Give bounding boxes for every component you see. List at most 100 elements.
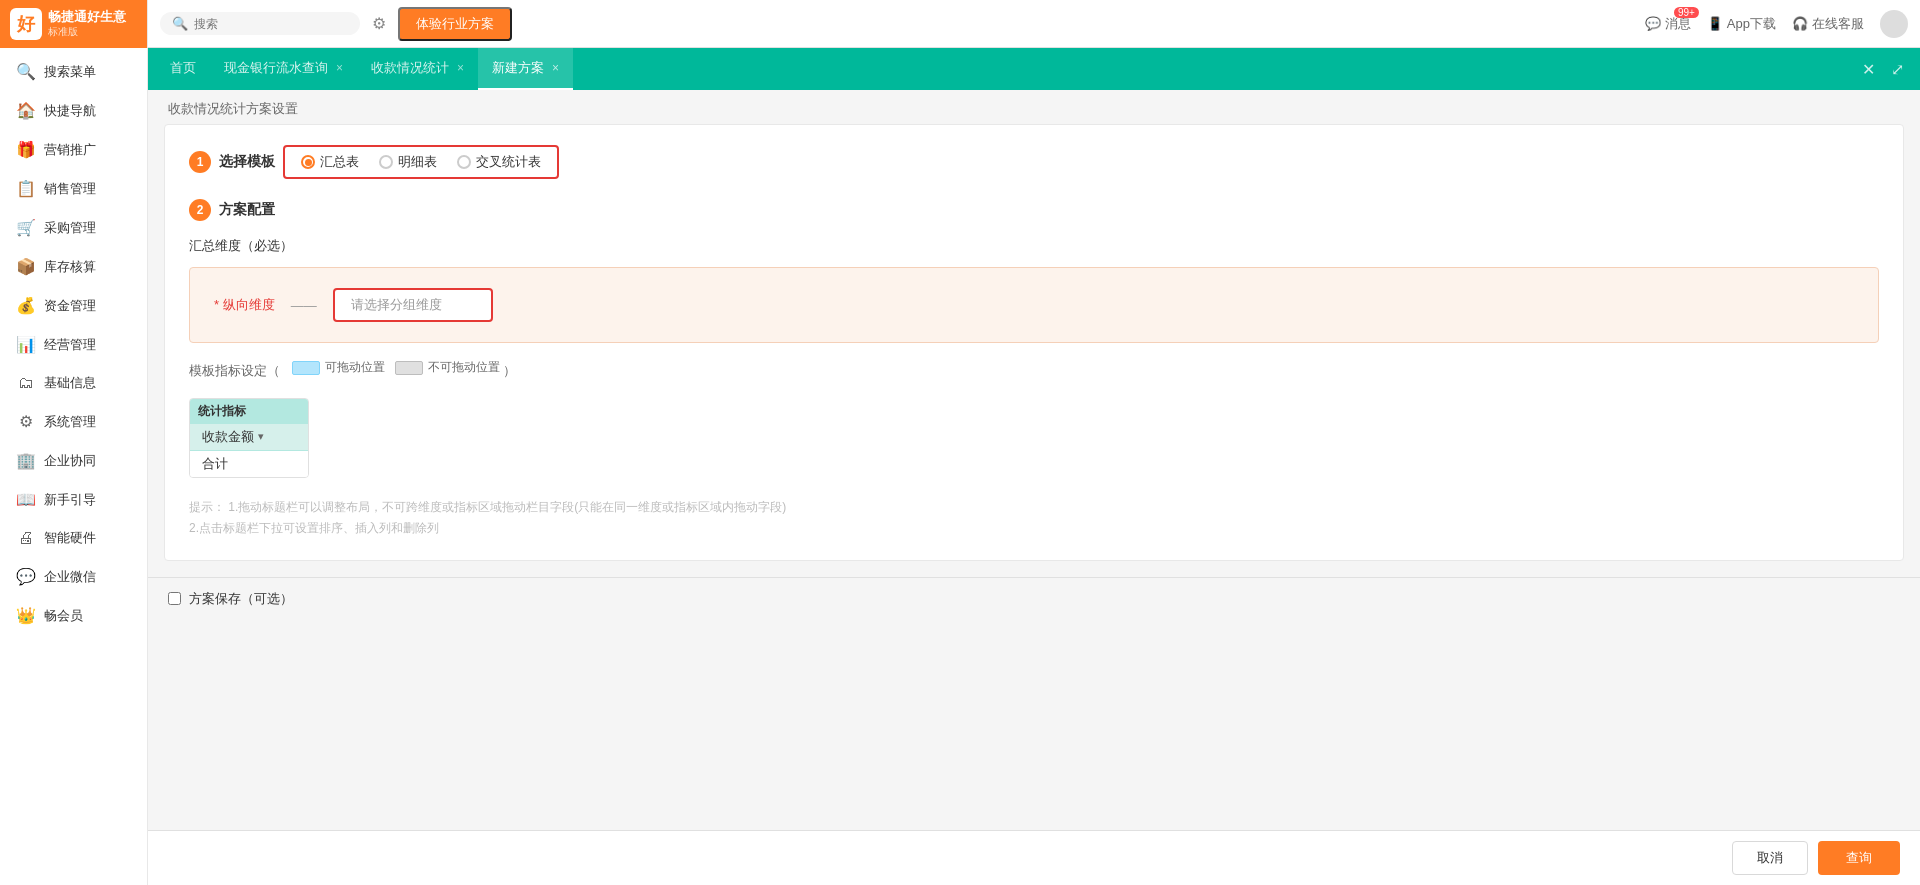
search-input[interactable] — [194, 17, 334, 31]
topbar-search-box[interactable]: 🔍 — [160, 12, 360, 35]
purchase-icon: 🛒 — [16, 218, 36, 237]
search-icon: 🔍 — [172, 16, 188, 31]
hint-area: 提示： 1.拖动标题栏可以调整布局，不可跨维度或指标区域拖动栏目字段(只能在同一… — [189, 497, 1879, 540]
save-label: 方案保存（可选） — [189, 590, 293, 608]
sidebar-item-label: 快捷导航 — [44, 102, 96, 120]
stats-item-label: 收款金额 — [202, 428, 254, 446]
legend-draggable-label: 可拖动位置 — [325, 359, 385, 376]
sidebar-item-label: 基础信息 — [44, 374, 96, 392]
radio-detail[interactable]: 明细表 — [379, 153, 437, 171]
save-checkbox[interactable] — [168, 592, 181, 605]
trial-button[interactable]: 体验行业方案 — [398, 7, 512, 41]
legend-fixed-label: 不可拖动位置 — [428, 359, 500, 376]
tab-bank-flow-close[interactable]: × — [336, 61, 343, 75]
operations-icon: 📊 — [16, 335, 36, 354]
sidebar-item-label: 资金管理 — [44, 297, 96, 315]
tab-bank-flow[interactable]: 现金银行流水查询 × — [210, 48, 357, 90]
sidebar-item-member[interactable]: 👑 畅会员 — [0, 596, 147, 635]
download-icon: 📱 — [1707, 16, 1723, 31]
logo-text: 畅捷通好生意 — [48, 9, 126, 25]
maximize-icon[interactable]: ⤢ — [1887, 56, 1908, 83]
radio-crosstab[interactable]: 交叉统计表 — [457, 153, 541, 171]
sales-icon: 📋 — [16, 179, 36, 198]
legend-draggable: 可拖动位置 — [292, 359, 385, 376]
member-icon: 👑 — [16, 606, 36, 625]
avatar[interactable] — [1880, 10, 1908, 38]
dimension-title: 汇总维度（必选） — [189, 237, 1879, 255]
sidebar-item-label: 智能硬件 — [44, 529, 96, 547]
radio-crosstab-label: 交叉统计表 — [476, 153, 541, 171]
section1-num: 1 — [189, 151, 211, 173]
tab-receipts-stats-close[interactable]: × — [457, 61, 464, 75]
tab-new-plan[interactable]: 新建方案 × — [478, 48, 573, 90]
sidebar-item-finance[interactable]: 💰 资金管理 — [0, 286, 147, 325]
radio-summary-label: 汇总表 — [320, 153, 359, 171]
sidebar-item-label: 经营管理 — [44, 336, 96, 354]
sidebar-item-smart-hw[interactable]: 🖨 智能硬件 — [0, 519, 147, 557]
gift-icon: 🎁 — [16, 140, 36, 159]
sidebar-item-label: 营销推广 — [44, 141, 96, 159]
section2-num: 2 — [189, 199, 211, 221]
message-button[interactable]: 💬 消息 99+ — [1645, 15, 1691, 33]
message-badge: 99+ — [1674, 7, 1699, 18]
hint-line-1: 提示： 1.拖动标题栏可以调整布局，不可跨维度或指标区域拖动栏目字段(只能在同一… — [189, 497, 1879, 519]
cancel-button[interactable]: 取消 — [1732, 841, 1808, 875]
sidebar-item-system[interactable]: ⚙ 系统管理 — [0, 402, 147, 441]
sidebar-item-basic-info[interactable]: 🗂 基础信息 — [0, 364, 147, 402]
app-download-button[interactable]: 📱 App下载 — [1707, 15, 1776, 33]
tab-new-plan-close[interactable]: × — [552, 61, 559, 75]
breadcrumb: 收款情况统计方案设置 — [148, 90, 1920, 124]
query-button[interactable]: 查询 — [1818, 841, 1900, 875]
legend-fixed: 不可拖动位置 — [395, 359, 500, 376]
radio-summary[interactable]: 汇总表 — [301, 153, 359, 171]
bottom-bar: 取消 查询 — [148, 830, 1920, 885]
dimension-placeholder: 请选择分组维度 — [351, 297, 442, 312]
close-window-icon[interactable]: ✕ — [1858, 56, 1879, 83]
sidebar: 好 畅捷通好生意 标准版 🔍 搜索菜单 🏠 快捷导航 🎁 营销推广 📋 销售管理… — [0, 0, 148, 885]
enterprise-icon: 🏢 — [16, 451, 36, 470]
dimension-select[interactable]: 请选择分组维度 — [333, 288, 493, 322]
sidebar-item-label: 畅会员 — [44, 607, 83, 625]
row-label: 纵向维度 — [214, 296, 275, 314]
sidebar-logo: 好 畅捷通好生意 标准版 — [0, 0, 147, 48]
sidebar-item-marketing[interactable]: 🎁 营销推广 — [0, 130, 147, 169]
system-icon: ⚙ — [16, 412, 36, 431]
search-icon: 🔍 — [16, 62, 36, 81]
indicator-legend: 可拖动位置 不可拖动位置 — [292, 359, 500, 376]
sidebar-item-guide[interactable]: 📖 新手引导 — [0, 480, 147, 519]
settings-card: 1 选择模板 汇总表 明细表 交叉统计表 — [164, 124, 1904, 561]
sidebar-item-label: 采购管理 — [44, 219, 96, 237]
sidebar-item-inventory[interactable]: 📦 库存核算 — [0, 247, 147, 286]
sidebar-item-label: 库存核算 — [44, 258, 96, 276]
message-icon: 💬 — [1645, 16, 1661, 31]
dropdown-icon[interactable]: ▾ — [258, 430, 264, 443]
indicator-label: 模板指标设定（ 可拖动位置 不可拖动位置 ） — [189, 359, 1879, 380]
tab-receipts-stats-label: 收款情况统计 — [371, 59, 449, 77]
tab-home[interactable]: 首页 — [156, 48, 210, 90]
radio-detail-label: 明细表 — [398, 153, 437, 171]
section2: 2 方案配置 汇总维度（必选） 纵向维度 —— 请选择分组维度 — [189, 199, 1879, 540]
stats-header: 统计指标 — [190, 399, 308, 424]
sidebar-item-enterprise[interactable]: 🏢 企业协同 — [0, 441, 147, 480]
stats-item-row[interactable]: 收款金额 ▾ — [190, 424, 308, 451]
tab-receipts-stats[interactable]: 收款情况统计 × — [357, 48, 478, 90]
topbar: 🔍 ⚙ 体验行业方案 💬 消息 99+ 📱 App下载 🎧 在线客服 — [148, 0, 1920, 48]
sidebar-item-sales[interactable]: 📋 销售管理 — [0, 169, 147, 208]
logo-icon: 好 — [10, 8, 42, 40]
content-area: 收款情况统计方案设置 1 选择模板 汇总表 明细表 — [148, 90, 1920, 830]
sidebar-item-purchase[interactable]: 🛒 采购管理 — [0, 208, 147, 247]
headset-icon: 🎧 — [1792, 16, 1808, 31]
hint-line-2: 2.点击标题栏下拉可设置排序、插入列和删除列 — [189, 518, 1879, 540]
main-area: 🔍 ⚙ 体验行业方案 💬 消息 99+ 📱 App下载 🎧 在线客服 首页 — [148, 0, 1920, 885]
inventory-icon: 📦 — [16, 257, 36, 276]
finance-icon: 💰 — [16, 296, 36, 315]
sidebar-item-operations[interactable]: 📊 经营管理 — [0, 325, 147, 364]
legend-close-paren: ） — [503, 363, 516, 378]
sidebar-item-search[interactable]: 🔍 搜索菜单 — [0, 52, 147, 91]
sidebar-item-wechat[interactable]: 💬 企业微信 — [0, 557, 147, 596]
online-service-button[interactable]: 🎧 在线客服 — [1792, 15, 1864, 33]
service-label: 在线客服 — [1812, 15, 1864, 33]
tab-new-plan-label: 新建方案 — [492, 59, 544, 77]
settings-icon[interactable]: ⚙ — [372, 14, 386, 33]
sidebar-item-quick-nav[interactable]: 🏠 快捷导航 — [0, 91, 147, 130]
